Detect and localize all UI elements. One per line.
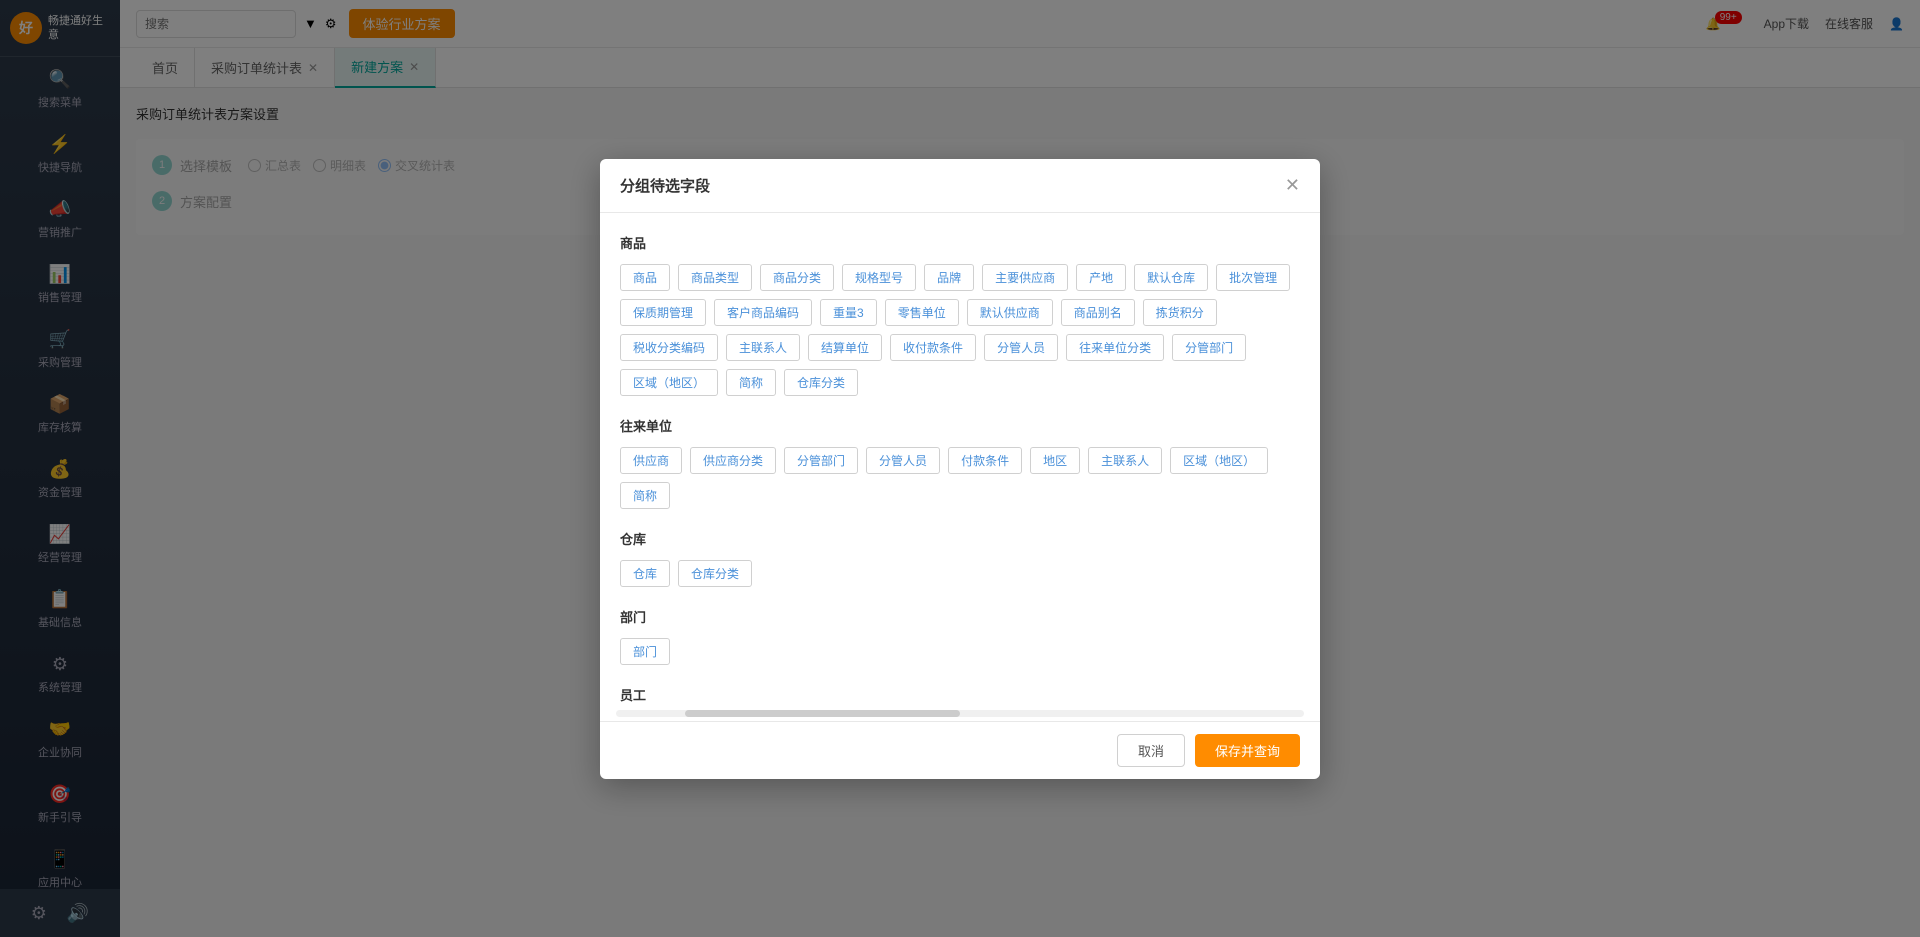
tag-分管部门[interactable]: 分管部门 bbox=[1172, 334, 1246, 361]
tag-付款条件[interactable]: 付款条件 bbox=[948, 447, 1022, 474]
modal: 分组待选字段 ✕ 商品商品商品类型商品分类规格型号品牌主要供应商产地默认仓库批次… bbox=[600, 159, 1320, 779]
horizontal-scrollbar[interactable] bbox=[616, 710, 1304, 716]
tag-商品类型[interactable]: 商品类型 bbox=[678, 264, 752, 291]
tag-group-warehouse: 仓库仓库分类 bbox=[620, 560, 1300, 587]
modal-overlay: 分组待选字段 ✕ 商品商品商品类型商品分类规格型号品牌主要供应商产地默认仓库批次… bbox=[0, 0, 1920, 937]
tag-group-counterpart: 供应商供应商分类分管部门分管人员付款条件地区主联系人区域（地区） 简称 bbox=[620, 447, 1300, 509]
tag-收付款条件[interactable]: 收付款条件 bbox=[890, 334, 976, 361]
section-counterpart: 往来单位供应商供应商分类分管部门分管人员付款条件地区主联系人区域（地区） 简称 bbox=[620, 416, 1300, 509]
tag-简称[interactable]: 简称 bbox=[620, 482, 670, 509]
tag-批次管理[interactable]: 批次管理 bbox=[1216, 264, 1290, 291]
cancel-button[interactable]: 取消 bbox=[1117, 734, 1185, 767]
tag-主要供应商[interactable]: 主要供应商 bbox=[982, 264, 1068, 291]
tag-区域（地区）[interactable]: 区域（地区） bbox=[1170, 447, 1268, 474]
section-title-warehouse: 仓库 bbox=[620, 529, 1300, 548]
tag-仓库分类[interactable]: 仓库分类 bbox=[678, 560, 752, 587]
section-warehouse: 仓库仓库仓库分类 bbox=[620, 529, 1300, 587]
tag-税收分类编码[interactable]: 税收分类编码 bbox=[620, 334, 718, 361]
tag-地区[interactable]: 地区 bbox=[1030, 447, 1080, 474]
section-title-counterpart: 往来单位 bbox=[620, 416, 1300, 435]
tag-供应商[interactable]: 供应商 bbox=[620, 447, 682, 474]
tag-分管部门[interactable]: 分管部门 bbox=[784, 447, 858, 474]
modal-title: 分组待选字段 bbox=[620, 175, 710, 196]
tag-简称[interactable]: 简称 bbox=[726, 369, 776, 396]
section-employee: 员工业务员 bbox=[620, 685, 1300, 711]
tag-供应商分类[interactable]: 供应商分类 bbox=[690, 447, 776, 474]
section-department: 部门部门 bbox=[620, 607, 1300, 665]
tag-主联系人[interactable]: 主联系人 bbox=[726, 334, 800, 361]
tag-重量3[interactable]: 重量3 bbox=[820, 299, 877, 326]
tag-group-department: 部门 bbox=[620, 638, 1300, 665]
tag-结算单位[interactable]: 结算单位 bbox=[808, 334, 882, 361]
section-goods: 商品商品商品类型商品分类规格型号品牌主要供应商产地默认仓库批次管理保质期管理客户… bbox=[620, 233, 1300, 396]
modal-close-button[interactable]: ✕ bbox=[1285, 176, 1300, 194]
tag-保质期管理[interactable]: 保质期管理 bbox=[620, 299, 706, 326]
tag-仓库[interactable]: 仓库 bbox=[620, 560, 670, 587]
section-title-department: 部门 bbox=[620, 607, 1300, 626]
tag-区域（地区）[interactable]: 区域（地区） bbox=[620, 369, 718, 396]
tag-分管人员[interactable]: 分管人员 bbox=[866, 447, 940, 474]
tag-往来单位分类[interactable]: 往来单位分类 bbox=[1066, 334, 1164, 361]
tag-默认仓库[interactable]: 默认仓库 bbox=[1134, 264, 1208, 291]
tag-商品别名[interactable]: 商品别名 bbox=[1061, 299, 1135, 326]
tag-默认供应商[interactable]: 默认供应商 bbox=[967, 299, 1053, 326]
tag-商品分类[interactable]: 商品分类 bbox=[760, 264, 834, 291]
tag-拣货积分[interactable]: 拣货积分 bbox=[1143, 299, 1217, 326]
modal-body: 商品商品商品类型商品分类规格型号品牌主要供应商产地默认仓库批次管理保质期管理客户… bbox=[600, 213, 1320, 711]
tag-产地[interactable]: 产地 bbox=[1076, 264, 1126, 291]
tag-分管人员[interactable]: 分管人员 bbox=[984, 334, 1058, 361]
tag-group-goods: 商品商品类型商品分类规格型号品牌主要供应商产地默认仓库批次管理保质期管理客户商品… bbox=[620, 264, 1300, 396]
tag-仓库分类[interactable]: 仓库分类 bbox=[784, 369, 858, 396]
tag-规格型号[interactable]: 规格型号 bbox=[842, 264, 916, 291]
section-title-employee: 员工 bbox=[620, 685, 1300, 704]
section-title-goods: 商品 bbox=[620, 233, 1300, 252]
tag-零售单位[interactable]: 零售单位 bbox=[885, 299, 959, 326]
tag-商品[interactable]: 商品 bbox=[620, 264, 670, 291]
tag-主联系人[interactable]: 主联系人 bbox=[1088, 447, 1162, 474]
tag-部门[interactable]: 部门 bbox=[620, 638, 670, 665]
modal-header: 分组待选字段 ✕ bbox=[600, 159, 1320, 213]
tag-客户商品编码[interactable]: 客户商品编码 bbox=[714, 299, 812, 326]
tag-品牌[interactable]: 品牌 bbox=[924, 264, 974, 291]
modal-footer: 取消 保存并查询 bbox=[600, 721, 1320, 779]
save-query-button[interactable]: 保存并查询 bbox=[1195, 734, 1300, 767]
